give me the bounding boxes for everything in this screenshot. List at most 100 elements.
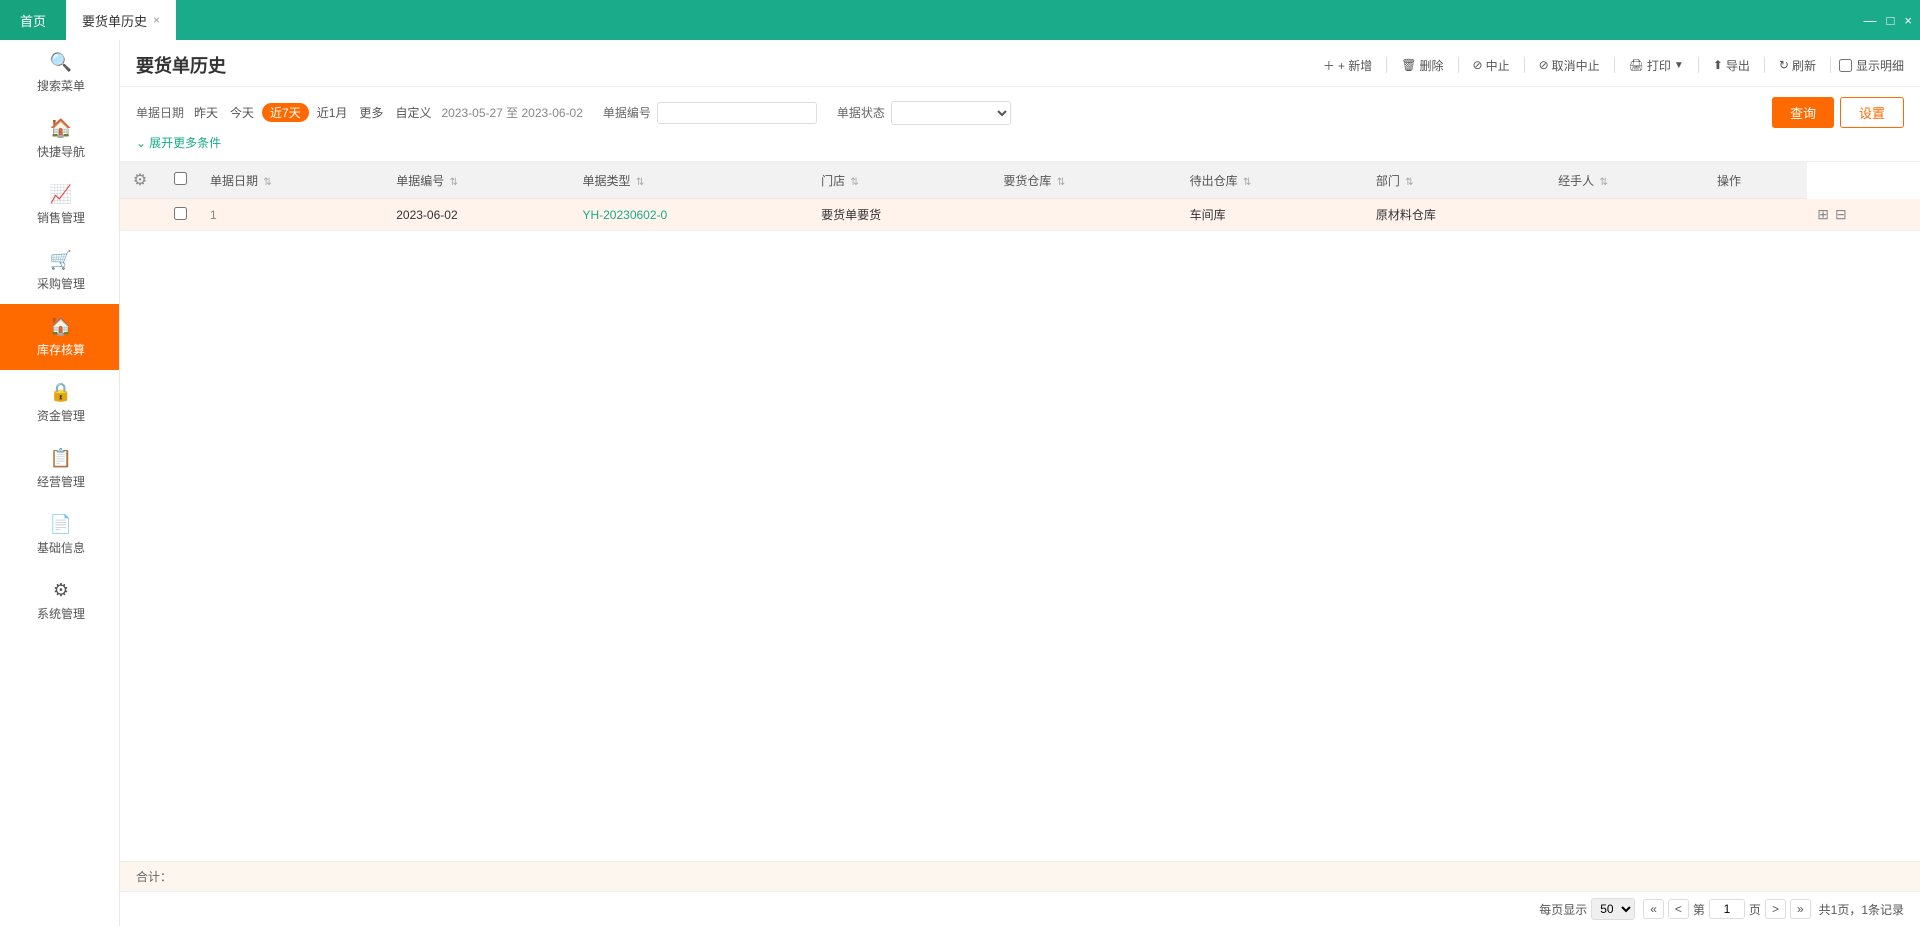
- row-dept-cell: [1548, 199, 1707, 231]
- date-btn-today[interactable]: 今天: [226, 103, 258, 122]
- minimize-icon[interactable]: —: [1864, 13, 1877, 28]
- sort-icon-dept[interactable]: ⇅: [1405, 177, 1413, 188]
- status-select[interactable]: [891, 101, 1011, 125]
- inventory-icon: 🏠: [50, 316, 72, 337]
- prev-page-button[interactable]: <: [1668, 899, 1689, 919]
- col-header-check: [160, 162, 200, 199]
- expand-label: 展开更多条件: [149, 134, 221, 151]
- query-button[interactable]: 查询: [1772, 97, 1834, 128]
- row-settings-cell: [120, 199, 160, 231]
- col-header-pend-warehouse: 待出仓库 ⇅: [1180, 162, 1366, 199]
- row-more-icon[interactable]: ⊟: [1835, 206, 1847, 223]
- per-page-select[interactable]: 50: [1591, 898, 1635, 920]
- status-filter-group: 单据状态: [837, 101, 1011, 125]
- stop-button[interactable]: ⊘ 中止: [1467, 54, 1516, 77]
- new-button[interactable]: ＋ + 新增: [1317, 54, 1378, 77]
- expand-icon: ⌄: [136, 136, 146, 150]
- col-header-req-warehouse: 要货仓库 ⇅: [993, 162, 1179, 199]
- sidebar-item-inventory[interactable]: 🏠 库存核算: [0, 304, 119, 370]
- display-detail-text: 显示明细: [1856, 57, 1904, 74]
- sidebar-item-basic[interactable]: 📄 基础信息: [0, 502, 119, 568]
- sidebar-item-search[interactable]: 🔍 搜索菜单: [0, 40, 119, 106]
- export-button[interactable]: ⬆ 导出: [1707, 54, 1756, 77]
- row-handler-cell: [1707, 199, 1807, 231]
- first-page-button[interactable]: «: [1643, 899, 1664, 919]
- sidebar-item-label: 基础信息: [37, 539, 85, 556]
- display-detail-checkbox[interactable]: [1839, 59, 1852, 72]
- maximize-icon[interactable]: □: [1887, 13, 1895, 28]
- sort-icon-date[interactable]: ⇅: [263, 177, 271, 188]
- tab-close-icon[interactable]: ×: [153, 13, 160, 27]
- table-footer: 合计：: [120, 861, 1920, 891]
- date-filter-buttons: 昨天 今天 近7天 近1月 更多 自定义: [190, 103, 435, 122]
- date-filter-label: 单据日期: [136, 104, 184, 121]
- new-label: + 新增: [1338, 57, 1372, 74]
- display-detail-label: 显示明细: [1839, 57, 1904, 74]
- window-close-icon[interactable]: ×: [1904, 13, 1912, 28]
- export-label: 导出: [1726, 57, 1750, 74]
- col-header-dept: 部门 ⇅: [1366, 162, 1548, 199]
- delete-label: 删除: [1420, 57, 1444, 74]
- col-header-settings: ⚙: [120, 162, 160, 199]
- page-header: 要货单历史 ＋ + 新增 🗑 删除 ⊘ 中止 ⊘: [120, 40, 1920, 87]
- pagination-bar: 每页显示 50 « < 第 页 > » 共1页，1条记录: [120, 891, 1920, 926]
- docno-filter-label: 单据编号: [603, 104, 651, 121]
- row-edit-icon[interactable]: ⊞: [1817, 206, 1829, 223]
- sidebar-item-label: 搜索菜单: [37, 77, 85, 94]
- row-num-cell: 1: [200, 199, 386, 231]
- sort-icon-type[interactable]: ⇅: [636, 177, 644, 188]
- per-page-selector: 每页显示 50: [1539, 898, 1635, 920]
- date-btn-7days[interactable]: 近7天: [262, 103, 309, 122]
- sidebar-item-sales[interactable]: 📈 销售管理: [0, 172, 119, 238]
- divider5: [1698, 57, 1699, 73]
- row-checkbox[interactable]: [174, 207, 187, 220]
- stop-icon: ⊘: [1473, 58, 1483, 72]
- table-body: 1 2023-06-02 YH-20230602-0 要货单要货 车间库 原材料…: [120, 199, 1920, 231]
- row-doc-link[interactable]: YH-20230602-0: [582, 208, 667, 222]
- delete-icon: 🗑: [1401, 58, 1416, 72]
- content-area: 要货单历史 ＋ + 新增 🗑 删除 ⊘ 中止 ⊘: [120, 40, 1920, 926]
- row-no-cell[interactable]: YH-20230602-0: [572, 199, 811, 231]
- docno-input[interactable]: [657, 102, 817, 124]
- tab-home-label: 首页: [20, 11, 46, 30]
- select-all-checkbox[interactable]: [174, 172, 187, 185]
- refresh-button[interactable]: ↻ 刷新: [1773, 54, 1822, 77]
- sidebar-item-operation[interactable]: 📋 经营管理: [0, 436, 119, 502]
- sort-icon-no[interactable]: ⇅: [450, 177, 458, 188]
- column-settings-icon[interactable]: ⚙: [133, 172, 147, 189]
- date-btn-1month[interactable]: 近1月: [313, 103, 352, 122]
- print-button[interactable]: 🖨 打印 ▼: [1623, 54, 1690, 77]
- divider3: [1524, 57, 1525, 73]
- row-check-cell: [160, 199, 200, 231]
- expand-more-btn[interactable]: ⌄ 展开更多条件: [136, 134, 1904, 151]
- date-btn-yesterday[interactable]: 昨天: [190, 103, 222, 122]
- sidebar-item-quicknav[interactable]: 🏠 快捷导航: [0, 106, 119, 172]
- top-bar: 首页 要货单历史 × — □ ×: [0, 0, 1920, 40]
- current-page-input[interactable]: [1709, 899, 1745, 919]
- basic-icon: 📄: [50, 514, 72, 535]
- finance-icon: 🔒: [50, 382, 72, 403]
- export-icon: ⬆: [1713, 58, 1723, 72]
- sort-icon-req-warehouse[interactable]: ⇅: [1057, 177, 1065, 188]
- row-req-warehouse-cell: 车间库: [1180, 199, 1366, 231]
- cancel-stop-button[interactable]: ⊘ 取消中止: [1533, 54, 1606, 77]
- filter-bar: 单据日期 昨天 今天 近7天 近1月 更多 自定义 2023-05-27 至 2…: [120, 87, 1920, 162]
- tab-home[interactable]: 首页: [0, 0, 66, 40]
- add-icon: ＋: [1323, 57, 1335, 74]
- sidebar-item-finance[interactable]: 🔒 资金管理: [0, 370, 119, 436]
- date-btn-custom[interactable]: 自定义: [391, 103, 435, 122]
- total-info: 共1页，1条记录: [1819, 901, 1904, 918]
- sidebar-item-purchase[interactable]: 🛒 采购管理: [0, 238, 119, 304]
- next-page-button[interactable]: >: [1765, 899, 1786, 919]
- sort-icon-pend-warehouse[interactable]: ⇅: [1243, 177, 1251, 188]
- home-icon: 🏠: [50, 118, 72, 139]
- last-page-button[interactable]: »: [1790, 899, 1811, 919]
- delete-button[interactable]: 🗑 删除: [1395, 54, 1449, 77]
- setting-button[interactable]: 设置: [1840, 97, 1904, 128]
- sort-icon-store[interactable]: ⇅: [850, 177, 858, 188]
- sort-icon-handler[interactable]: ⇅: [1599, 177, 1607, 188]
- date-btn-more[interactable]: 更多: [355, 103, 387, 122]
- sidebar-item-system[interactable]: ⚙ 系统管理: [0, 568, 119, 634]
- table-row[interactable]: 1 2023-06-02 YH-20230602-0 要货单要货 车间库 原材料…: [120, 199, 1920, 231]
- tab-active-doc[interactable]: 要货单历史 ×: [66, 0, 176, 40]
